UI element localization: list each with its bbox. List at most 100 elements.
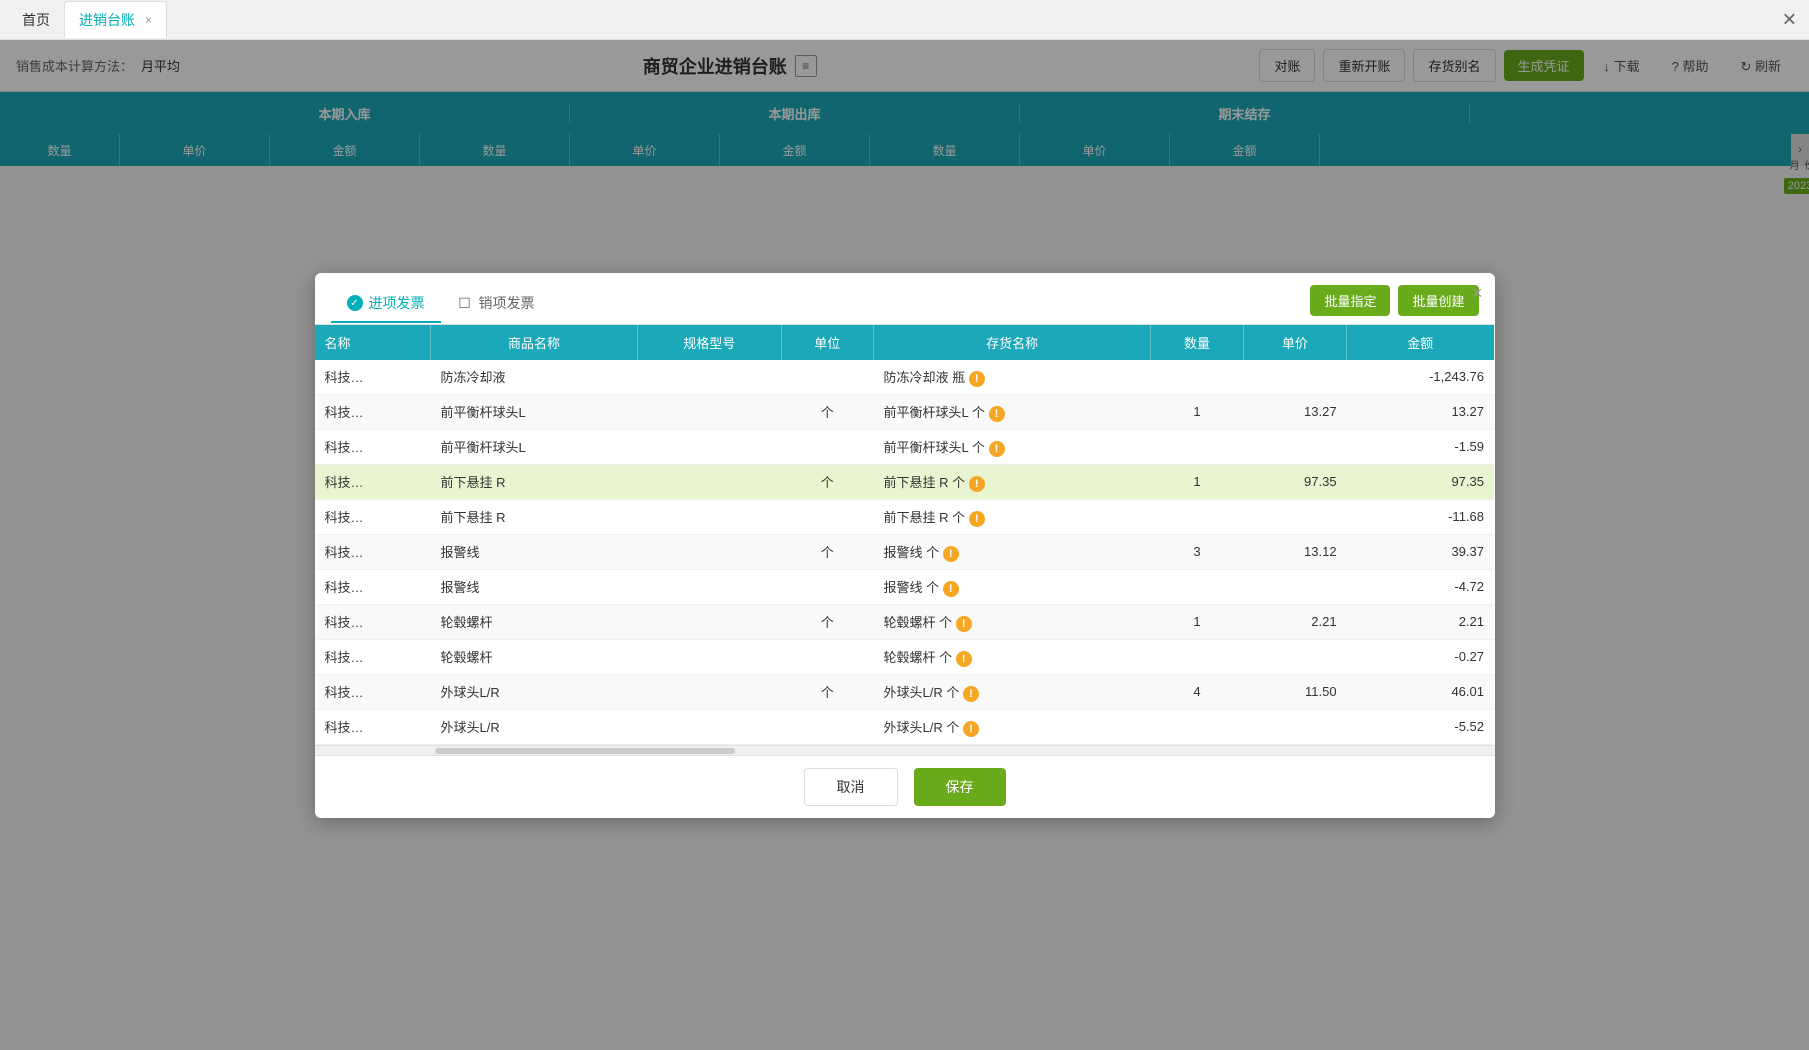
table-cell: 13.27: [1243, 394, 1346, 429]
table-container[interactable]: 名称 商品名称 规格型号 单位 存货名称 数量 单价 金额 科技…防冻冷却液防冻…: [315, 325, 1495, 745]
tab-bar: 首页 进销台账 × ✕: [0, 0, 1809, 40]
modal-close-button[interactable]: ×: [1472, 283, 1483, 304]
tab-home[interactable]: 首页: [8, 2, 64, 38]
table-cell: [638, 534, 782, 569]
out-invoice-icon: ☐: [457, 295, 473, 311]
th-unit: 单位: [781, 325, 873, 360]
table-cell: 科技…: [315, 534, 431, 569]
table-cell: 前平衡杆球头L: [431, 429, 638, 464]
table-cell: [638, 464, 782, 499]
warning-icon: !: [956, 616, 972, 632]
in-invoice-icon: ✓: [347, 295, 363, 311]
tab-in-invoice[interactable]: ✓ 进项发票: [331, 285, 441, 323]
table-cell: 科技…: [315, 604, 431, 639]
table-cell: -1,243.76: [1347, 360, 1494, 395]
table-cell: [638, 394, 782, 429]
table-cell: 科技…: [315, 429, 431, 464]
table-cell: 前下悬挂 R: [431, 464, 638, 499]
table-cell: 外球头L/R: [431, 709, 638, 744]
modal-header: ✓ 进项发票 ☐ 销项发票 批量指定 批量创建 ×: [315, 273, 1495, 325]
warning-icon: !: [943, 546, 959, 562]
table-cell: [638, 569, 782, 604]
table-cell: 前平衡杆球头L 个 !: [874, 429, 1151, 464]
table-cell: 轮毂螺杆: [431, 604, 638, 639]
table-cell: 报警线 个 !: [874, 569, 1151, 604]
tab-close-icon[interactable]: ×: [145, 13, 152, 27]
th-quantity: 数量: [1151, 325, 1243, 360]
table-cell: 97.35: [1243, 464, 1346, 499]
table-cell: -1.59: [1347, 429, 1494, 464]
table-row[interactable]: 科技…防冻冷却液防冻冷却液 瓶 !-1,243.76: [315, 360, 1495, 395]
tab-active[interactable]: 进销台账 ×: [64, 1, 167, 38]
th-spec: 规格型号: [638, 325, 782, 360]
table-cell: [638, 604, 782, 639]
table-cell: 报警线: [431, 569, 638, 604]
table-cell: 46.01: [1347, 674, 1494, 709]
table-cell: 前平衡杆球头L: [431, 394, 638, 429]
th-inventory: 存货名称: [874, 325, 1151, 360]
table-cell: 科技…: [315, 499, 431, 534]
table-cell: 4: [1151, 674, 1243, 709]
table-scroll-thumb: [435, 748, 735, 754]
table-cell: 13.12: [1243, 534, 1346, 569]
table-cell: [1151, 360, 1243, 395]
table-row[interactable]: 科技…报警线报警线 个 !-4.72: [315, 569, 1495, 604]
table-cell: [1151, 569, 1243, 604]
table-cell: 防冻冷却液 瓶 !: [874, 360, 1151, 395]
table-scrollbar[interactable]: [315, 745, 1495, 755]
table-cell: [1243, 569, 1346, 604]
table-cell: -5.52: [1347, 709, 1494, 744]
table-row[interactable]: 科技…前下悬挂 R前下悬挂 R 个 !-11.68: [315, 499, 1495, 534]
table-row[interactable]: 科技…外球头L/R个外球头L/R 个 !411.5046.01: [315, 674, 1495, 709]
table-row[interactable]: 科技…前平衡杆球头L 前平衡杆球头L 个 ! -1.59: [315, 429, 1495, 464]
th-company: 名称: [315, 325, 431, 360]
table-cell: 3: [1151, 534, 1243, 569]
table-cell: 科技…: [315, 360, 431, 395]
warning-icon: !: [969, 476, 985, 492]
table-cell: 39.37: [1347, 534, 1494, 569]
modal-footer: 取消 保存: [315, 755, 1495, 818]
modal-header-actions: 批量指定 批量创建: [1310, 285, 1478, 324]
warning-icon: !: [956, 651, 972, 667]
table-cell: [1243, 709, 1346, 744]
th-amount: 金额: [1347, 325, 1494, 360]
table-row[interactable]: 科技…前下悬挂 R个前下悬挂 R 个 !197.3597.35: [315, 464, 1495, 499]
window-close-button[interactable]: ✕: [1782, 9, 1797, 30]
table-row[interactable]: 科技…轮毂螺杆个轮毂螺杆 个 !12.212.21: [315, 604, 1495, 639]
table-cell: [638, 360, 782, 395]
warning-icon: !: [963, 686, 979, 702]
table-cell: 个: [781, 604, 873, 639]
table-cell: 1: [1151, 394, 1243, 429]
table-cell: [1243, 360, 1346, 395]
table-row[interactable]: 科技…前平衡杆球头L个前平衡杆球头L 个 !113.2713.27: [315, 394, 1495, 429]
table-cell: [1151, 639, 1243, 674]
th-unit-price: 单价: [1243, 325, 1346, 360]
cancel-button[interactable]: 取消: [804, 768, 898, 806]
table-cell: 11.50: [1243, 674, 1346, 709]
table-cell: 2.21: [1243, 604, 1346, 639]
table-cell: 科技…: [315, 639, 431, 674]
table-row[interactable]: 科技…轮毂螺杆轮毂螺杆 个 !-0.27: [315, 639, 1495, 674]
save-button[interactable]: 保存: [914, 768, 1006, 806]
batch-assign-button[interactable]: 批量指定: [1310, 285, 1390, 316]
table-cell: 科技…: [315, 709, 431, 744]
modal: ✓ 进项发票 ☐ 销项发票 批量指定 批量创建 × 名称: [315, 273, 1495, 818]
table-cell: 科技…: [315, 394, 431, 429]
table-cell: [1151, 709, 1243, 744]
table-cell: 97.35: [1347, 464, 1494, 499]
table-row[interactable]: 科技…外球头L/R外球头L/R 个 !-5.52: [315, 709, 1495, 744]
table-row[interactable]: 科技…报警线个报警线 个 !313.1239.37: [315, 534, 1495, 569]
warning-icon: !: [963, 721, 979, 737]
warning-icon: !: [989, 441, 1005, 457]
table-cell: 报警线: [431, 534, 638, 569]
table-cell: [1243, 499, 1346, 534]
tab-out-invoice-label: 销项发票: [479, 293, 535, 313]
table-cell: [1243, 429, 1346, 464]
table-cell: 报警线 个 !: [874, 534, 1151, 569]
table-cell: 轮毂螺杆 个 !: [874, 639, 1151, 674]
table-cell: 前下悬挂 R 个 !: [874, 464, 1151, 499]
invoice-table: 名称 商品名称 规格型号 单位 存货名称 数量 单价 金额 科技…防冻冷却液防冻…: [315, 325, 1495, 745]
batch-create-button[interactable]: 批量创建: [1398, 285, 1478, 316]
table-cell: 前下悬挂 R 个 !: [874, 499, 1151, 534]
tab-out-invoice[interactable]: ☐ 销项发票: [441, 285, 551, 323]
